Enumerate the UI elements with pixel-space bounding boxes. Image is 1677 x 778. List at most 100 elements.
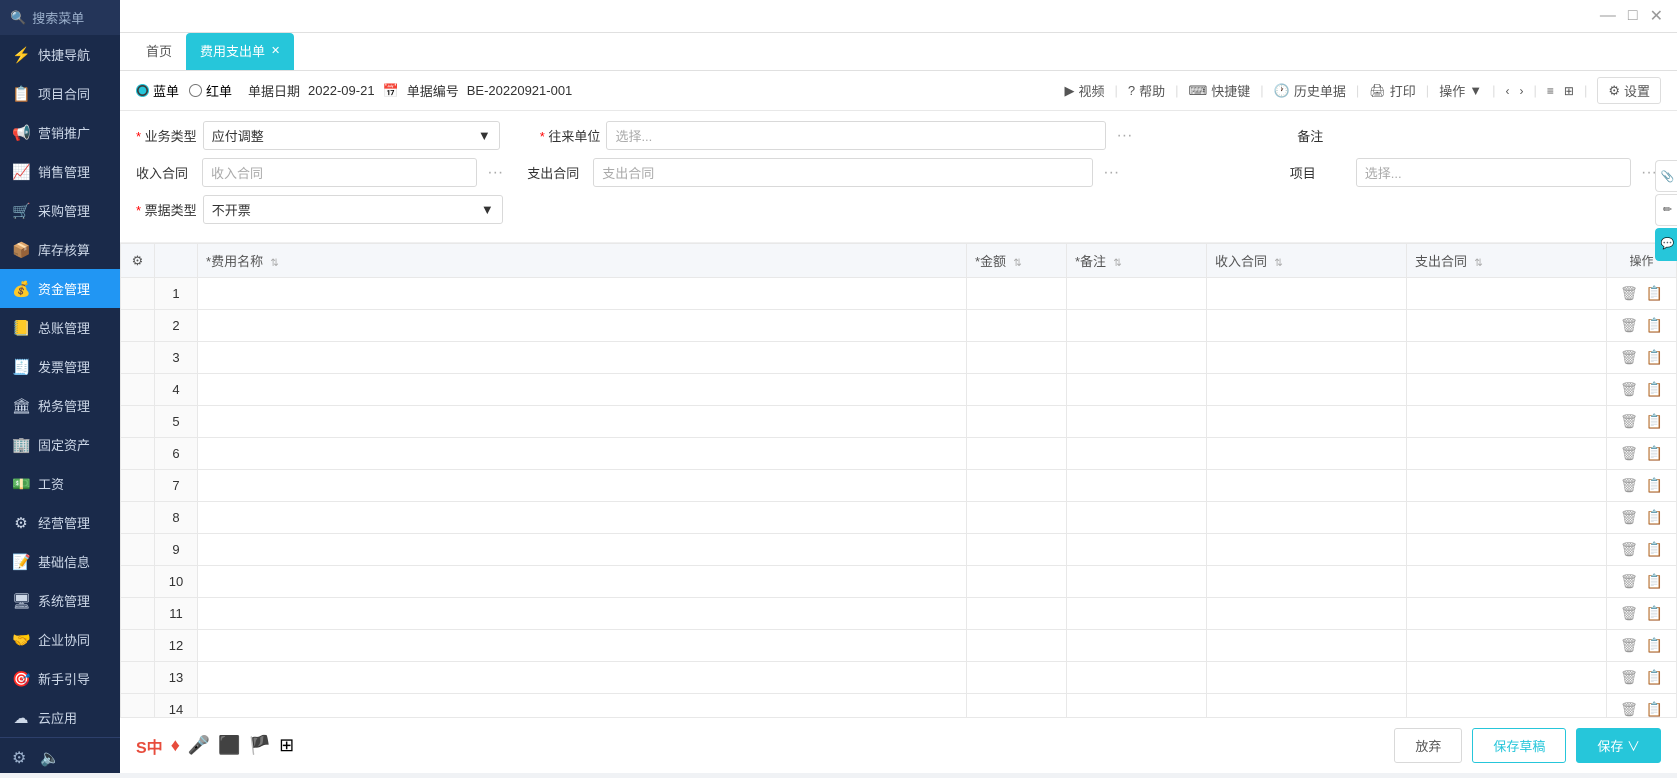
cell-expense-name[interactable] <box>198 598 967 630</box>
close-button[interactable]: ✕ <box>1644 4 1669 28</box>
cell-remark[interactable] <box>1067 278 1207 310</box>
delete-row-btn[interactable]: 🗑 <box>1618 571 1640 592</box>
sidebar-item-marketing[interactable]: 📢 营销推广 <box>0 113 120 152</box>
sidebar-item-invoice-mgmt[interactable]: 🧾 发票管理 <box>0 347 120 386</box>
cell-remark[interactable] <box>1067 502 1207 534</box>
doc-date-value[interactable]: 2022-09-21 <box>308 83 375 98</box>
copy-row-btn[interactable]: 📋 <box>1643 283 1664 304</box>
sidebar-item-fixed-assets[interactable]: 🏢 固定资产 <box>0 425 120 464</box>
copy-row-btn[interactable]: 📋 <box>1643 667 1664 688</box>
cell-income-contract[interactable] <box>1207 630 1407 662</box>
sidebar-item-sys-mgmt[interactable]: 🖥 系统管理 <box>0 581 120 620</box>
col-header-income-contract[interactable]: 收入合同 ⇅ <box>1207 244 1407 278</box>
delete-row-btn[interactable]: 🗑 <box>1618 603 1640 624</box>
copy-row-btn[interactable]: 📋 <box>1643 603 1664 624</box>
delete-row-btn[interactable]: 🗑 <box>1618 379 1640 400</box>
invoice-type-select[interactable]: 不开票 ▼ <box>203 195 503 224</box>
cell-expense-contract[interactable] <box>1407 470 1607 502</box>
save-draft-button[interactable]: 保存草稿 <box>1472 728 1566 763</box>
footer-icon-grid[interactable]: ⊞ <box>279 735 294 756</box>
cell-remark[interactable] <box>1067 662 1207 694</box>
delete-row-btn[interactable]: 🗑 <box>1618 667 1640 688</box>
copy-row-btn[interactable]: 📋 <box>1643 539 1664 560</box>
copy-row-btn[interactable]: 📋 <box>1643 635 1664 656</box>
cell-income-contract[interactable] <box>1207 406 1407 438</box>
cell-expense-name[interactable] <box>198 438 967 470</box>
copy-row-btn[interactable]: 📋 <box>1643 379 1664 400</box>
sidebar-item-inventory[interactable]: 📦 库存核算 <box>0 230 120 269</box>
right-tab-comment[interactable]: 💬 <box>1655 228 1677 260</box>
cell-expense-contract[interactable] <box>1407 342 1607 374</box>
cell-remark[interactable] <box>1067 438 1207 470</box>
cell-expense-contract[interactable] <box>1407 406 1607 438</box>
cell-expense-contract[interactable] <box>1407 502 1607 534</box>
minimize-button[interactable]: — <box>1594 5 1622 27</box>
delete-row-btn[interactable]: 🗑 <box>1618 539 1640 560</box>
cell-income-contract[interactable] <box>1207 534 1407 566</box>
cell-expense-contract[interactable] <box>1407 598 1607 630</box>
cell-remark[interactable] <box>1067 598 1207 630</box>
cell-expense-contract[interactable] <box>1407 438 1607 470</box>
delete-row-btn[interactable]: 🗑 <box>1618 507 1640 528</box>
copy-row-btn[interactable]: 📋 <box>1643 315 1664 336</box>
cell-remark[interactable] <box>1067 566 1207 598</box>
expense-contract-dots[interactable]: ··· <box>1099 164 1123 182</box>
project-input[interactable]: 选择... <box>1356 158 1631 187</box>
cell-amount[interactable] <box>967 534 1067 566</box>
delete-row-btn[interactable]: 🗑 <box>1618 315 1640 336</box>
footer-icon-mic[interactable]: 🎤 <box>188 735 210 756</box>
nav-prev[interactable]: ‹ <box>1505 84 1509 98</box>
cell-expense-contract[interactable] <box>1407 278 1607 310</box>
sidebar-item-basic-info[interactable]: 📝 基础信息 <box>0 542 120 581</box>
col-header-expense-contract[interactable]: 支出合同 ⇅ <box>1407 244 1607 278</box>
view-list[interactable]: ≡ <box>1547 84 1554 98</box>
cell-income-contract[interactable] <box>1207 598 1407 630</box>
sidebar-item-purchase-mgmt[interactable]: 🛒 采购管理 <box>0 191 120 230</box>
maximize-button[interactable]: □ <box>1622 5 1644 27</box>
cell-expense-name[interactable] <box>198 502 967 534</box>
cell-remark[interactable] <box>1067 694 1207 718</box>
settings-icon[interactable]: ⚙ <box>12 748 26 768</box>
cell-expense-contract[interactable] <box>1407 534 1607 566</box>
cell-income-contract[interactable] <box>1207 694 1407 718</box>
delete-row-btn[interactable]: 🗑 <box>1618 475 1640 496</box>
footer-icon-flag[interactable]: 🏴 <box>249 735 271 756</box>
cell-income-contract[interactable] <box>1207 470 1407 502</box>
toolbar-shortcut[interactable]: ⌨ 快捷键 <box>1189 81 1251 100</box>
expense-contract-input[interactable]: 支出合同 <box>593 158 1093 187</box>
sidebar-item-capital-mgmt[interactable]: 💰 资金管理 <box>0 269 120 308</box>
col-header-expense-name[interactable]: *费用名称 ⇅ <box>198 244 967 278</box>
cell-expense-name[interactable] <box>198 630 967 662</box>
col-header-gear[interactable]: ⚙ <box>121 244 155 278</box>
sidebar-item-cloud-apps[interactable]: ☁ 云应用 <box>0 698 120 737</box>
delete-row-btn[interactable]: 🗑 <box>1618 411 1640 432</box>
cell-expense-name[interactable] <box>198 278 967 310</box>
copy-row-btn[interactable]: 📋 <box>1643 507 1664 528</box>
business-type-select[interactable]: 应付调整 ▼ <box>203 121 500 150</box>
radio-red[interactable] <box>189 84 202 97</box>
cell-amount[interactable] <box>967 342 1067 374</box>
nav-next[interactable]: › <box>1519 84 1523 98</box>
footer-icon-diamond[interactable]: ♦ <box>171 735 180 756</box>
sidebar-item-quick-nav[interactable]: ⚡ 快捷导航 <box>0 35 120 74</box>
radio-blue-label[interactable]: 蓝单 <box>136 81 179 100</box>
tab-home[interactable]: 首页 <box>132 33 186 70</box>
speaker-icon[interactable]: 🔈 <box>40 748 60 768</box>
cell-amount[interactable] <box>967 470 1067 502</box>
cell-amount[interactable] <box>967 598 1067 630</box>
right-tab-edit[interactable]: ✏ <box>1655 194 1677 226</box>
cell-amount[interactable] <box>967 694 1067 718</box>
col-header-amount[interactable]: *金额 ⇅ <box>967 244 1067 278</box>
cell-amount[interactable] <box>967 310 1067 342</box>
cell-expense-contract[interactable] <box>1407 694 1607 718</box>
col-header-remark[interactable]: *备注 ⇅ <box>1067 244 1207 278</box>
copy-row-btn[interactable]: 📋 <box>1643 443 1664 464</box>
toolbar-print[interactable]: 🖨 打印 <box>1369 81 1416 100</box>
delete-row-btn[interactable]: 🗑 <box>1618 635 1640 656</box>
cell-remark[interactable] <box>1067 630 1207 662</box>
sidebar-search[interactable]: 🔍 搜索菜单 <box>0 0 120 35</box>
tab-expense[interactable]: 费用支出单 ✕ <box>186 33 294 70</box>
cell-expense-contract[interactable] <box>1407 310 1607 342</box>
discard-button[interactable]: 放弃 <box>1394 728 1462 763</box>
cell-expense-name[interactable] <box>198 310 967 342</box>
